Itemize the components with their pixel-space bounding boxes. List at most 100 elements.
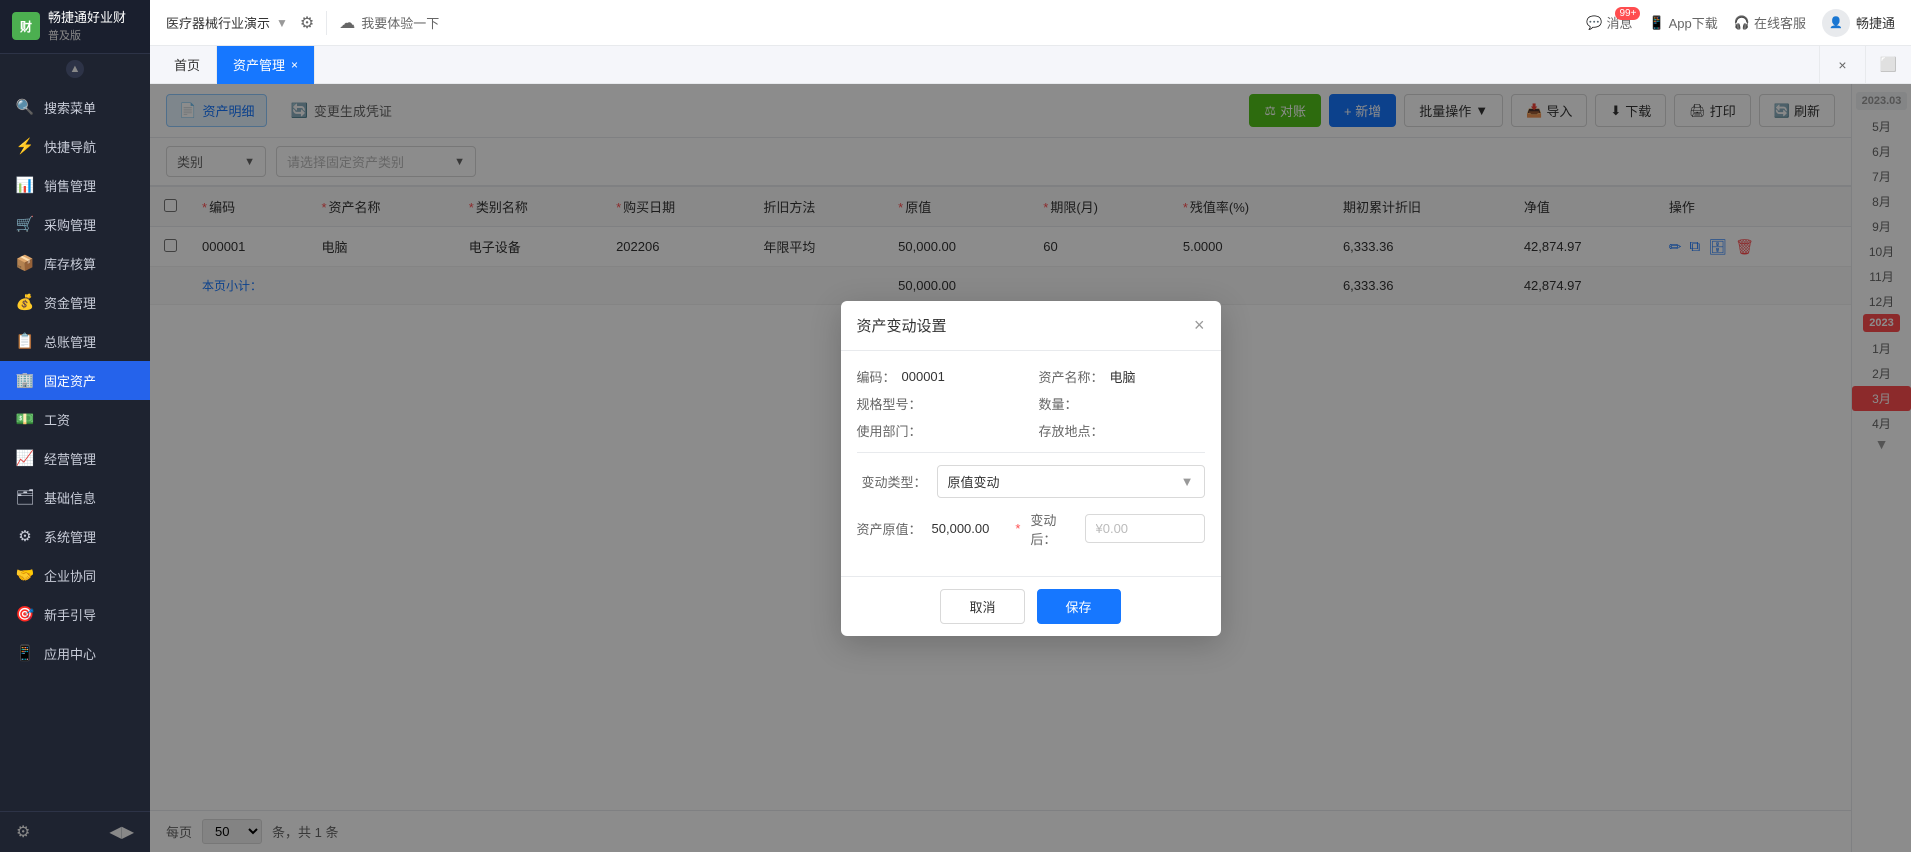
- tab-home[interactable]: 首页: [158, 46, 217, 84]
- sidebar-item-purchase[interactable]: 🛒 采购管理: [0, 205, 150, 244]
- modal-spec-label: 规格型号：: [857, 394, 922, 413]
- company-name: 医疗器械行业演示: [166, 13, 270, 32]
- sidebar-item-finance[interactable]: 💰 资金管理: [0, 283, 150, 322]
- sidebar-item-guide[interactable]: 🎯 新手引导: [0, 595, 150, 634]
- sidebar-item-ops[interactable]: 📈 经营管理: [0, 439, 150, 478]
- sidebar-label-basic: 基础信息: [44, 488, 96, 507]
- modal-location-item: 存放地点：: [1039, 421, 1205, 440]
- tabbar: 首页 资产管理 × × ⬜: [150, 46, 1911, 84]
- window-maximize-btn[interactable]: ⬜: [1865, 46, 1911, 84]
- message-btn[interactable]: 💬 消息 99: [1586, 13, 1632, 32]
- ops-icon: 📈: [16, 449, 34, 467]
- online-service-btn[interactable]: 🎧 在线客服: [1734, 13, 1806, 32]
- sidebar-item-quicknav[interactable]: ⚡ 快捷导航: [0, 127, 150, 166]
- sidebar-label-sales: 销售管理: [44, 176, 96, 195]
- content: 📄 资产明细 🔄 变更生成凭证 ⚖ 对账 + 新增 批量操: [150, 84, 1911, 852]
- after-change-input[interactable]: [1085, 514, 1205, 543]
- sidebar-label-ops: 经营管理: [44, 449, 96, 468]
- window-close-btn[interactable]: ×: [1819, 46, 1865, 84]
- sidebar-label-search: 搜索菜单: [44, 98, 96, 117]
- modal-asset-name-item: 资产名称： 电脑: [1039, 367, 1205, 386]
- download-icon: 📱: [1648, 15, 1664, 31]
- app-edition: 普及版: [48, 27, 126, 43]
- feedback-btn[interactable]: ☁ 我要体验一下: [339, 13, 439, 33]
- change-type-select[interactable]: 原值变动 ▼: [937, 465, 1205, 498]
- save-button[interactable]: 保存: [1037, 589, 1121, 624]
- sidebar-item-apps[interactable]: 📱 应用中心: [0, 634, 150, 673]
- sidebar-item-collab[interactable]: 🤝 企业协同: [0, 556, 150, 595]
- company-chevron-icon: ▼: [276, 16, 288, 30]
- username: 畅捷通: [1856, 13, 1895, 32]
- sidebar-scroll-up[interactable]: ▲: [66, 60, 84, 78]
- topbar-right: 💬 消息 99 📱 App下载 🎧 在线客服 👤 畅捷通: [1586, 9, 1895, 37]
- change-type-value: 原值变动: [948, 472, 1000, 491]
- modal-footer: 取消 保存: [841, 576, 1221, 636]
- main: 医疗器械行业演示 ▼ ⚙ ☁ 我要体验一下 💬 消息 99 📱 App下载 🎧 …: [150, 0, 1911, 852]
- message-badge: 99: [1615, 7, 1640, 20]
- app-download-btn[interactable]: 📱 App下载: [1648, 13, 1717, 32]
- sidebar-item-payroll[interactable]: 💵 工资: [0, 400, 150, 439]
- modal-dept-item: 使用部门：: [857, 421, 1023, 440]
- collab-icon: 🤝: [16, 566, 34, 584]
- after-change-label: 变动后：: [1030, 510, 1070, 548]
- sidebar-label-inventory: 库存核算: [44, 254, 96, 273]
- app-name: 畅捷通好业财: [48, 10, 126, 27]
- tab-close-icon[interactable]: ×: [291, 58, 298, 72]
- app-info: 畅捷通好业财 普及版: [48, 10, 126, 43]
- finance-icon: 💰: [16, 293, 34, 311]
- sidebar-nav: 🔍 搜索菜单 ⚡ 快捷导航 📊 销售管理 🛒 采购管理 📦 库存核算 💰 资金管…: [0, 84, 150, 811]
- change-type-row: 变动类型： 原值变动 ▼: [857, 465, 1205, 498]
- sidebar-header: 财 畅捷通好业财 普及版: [0, 0, 150, 54]
- sidebar-item-basic[interactable]: 🗂 基础信息: [0, 478, 150, 517]
- service-label: 在线客服: [1754, 13, 1806, 32]
- sidebar-label-finance: 资金管理: [44, 293, 96, 312]
- inventory-icon: 📦: [16, 254, 34, 272]
- sidebar-label-apps: 应用中心: [44, 644, 96, 663]
- change-type-chevron-icon: ▼: [1181, 474, 1194, 489]
- sidebar-item-fixedasset[interactable]: 🏢 固定资产: [0, 361, 150, 400]
- modal-location-label: 存放地点：: [1039, 421, 1104, 440]
- payroll-icon: 💵: [16, 410, 34, 428]
- sidebar-item-inventory[interactable]: 📦 库存核算: [0, 244, 150, 283]
- modal-code-label: 编码：: [857, 367, 896, 386]
- service-icon: 🎧: [1734, 15, 1750, 31]
- modal-quantity-item: 数量：: [1039, 394, 1205, 413]
- sidebar-item-ledger[interactable]: 📋 总账管理: [0, 322, 150, 361]
- modal-code-value: 000001: [902, 369, 945, 384]
- app-logo: 财: [12, 12, 40, 40]
- modal-code-item: 编码： 000001: [857, 367, 1023, 386]
- tab-asset-management[interactable]: 资产管理 ×: [217, 46, 315, 84]
- sidebar-label-collab: 企业协同: [44, 566, 96, 585]
- settings-icon[interactable]: ⚙: [16, 822, 30, 842]
- sidebar-item-search[interactable]: 🔍 搜索菜单: [0, 88, 150, 127]
- modal-close-btn[interactable]: ×: [1194, 316, 1205, 334]
- guide-icon: 🎯: [16, 605, 34, 623]
- modal-header: 资产变动设置 ×: [841, 301, 1221, 351]
- cloud-icon: ☁: [339, 13, 355, 33]
- tab-home-label: 首页: [174, 55, 200, 74]
- search-icon: 🔍: [16, 98, 34, 116]
- company-selector[interactable]: 医疗器械行业演示 ▼: [166, 13, 288, 32]
- sidebar-item-sales[interactable]: 📊 销售管理: [0, 166, 150, 205]
- collapse-icon[interactable]: ◀▶: [109, 822, 134, 842]
- sidebar-label-payroll: 工资: [44, 410, 70, 429]
- sales-icon: 📊: [16, 176, 34, 194]
- sidebar-label-ledger: 总账管理: [44, 332, 96, 351]
- window-controls: × ⬜: [1819, 46, 1911, 84]
- modal-spec-item: 规格型号：: [857, 394, 1023, 413]
- feedback-label: 我要体验一下: [361, 13, 439, 32]
- settings-gear-icon[interactable]: ⚙: [300, 13, 314, 33]
- apps-icon: 📱: [16, 644, 34, 662]
- system-icon: ⚙: [16, 527, 34, 545]
- user-menu[interactable]: 👤 畅捷通: [1822, 9, 1895, 37]
- basic-icon: 🗂: [16, 488, 34, 506]
- modal-info-grid: 编码： 000001 资产名称： 电脑 规格型号： 数量：: [857, 367, 1205, 440]
- sidebar-item-system[interactable]: ⚙ 系统管理: [0, 517, 150, 556]
- ledger-icon: 📋: [16, 332, 34, 350]
- fixedasset-icon: 🏢: [16, 371, 34, 389]
- app-download-label: App下载: [1669, 13, 1718, 32]
- modal-title: 资产变动设置: [857, 315, 947, 336]
- purchase-icon: 🛒: [16, 215, 34, 233]
- sidebar-label-purchase: 采购管理: [44, 215, 96, 234]
- cancel-button[interactable]: 取消: [940, 589, 1024, 624]
